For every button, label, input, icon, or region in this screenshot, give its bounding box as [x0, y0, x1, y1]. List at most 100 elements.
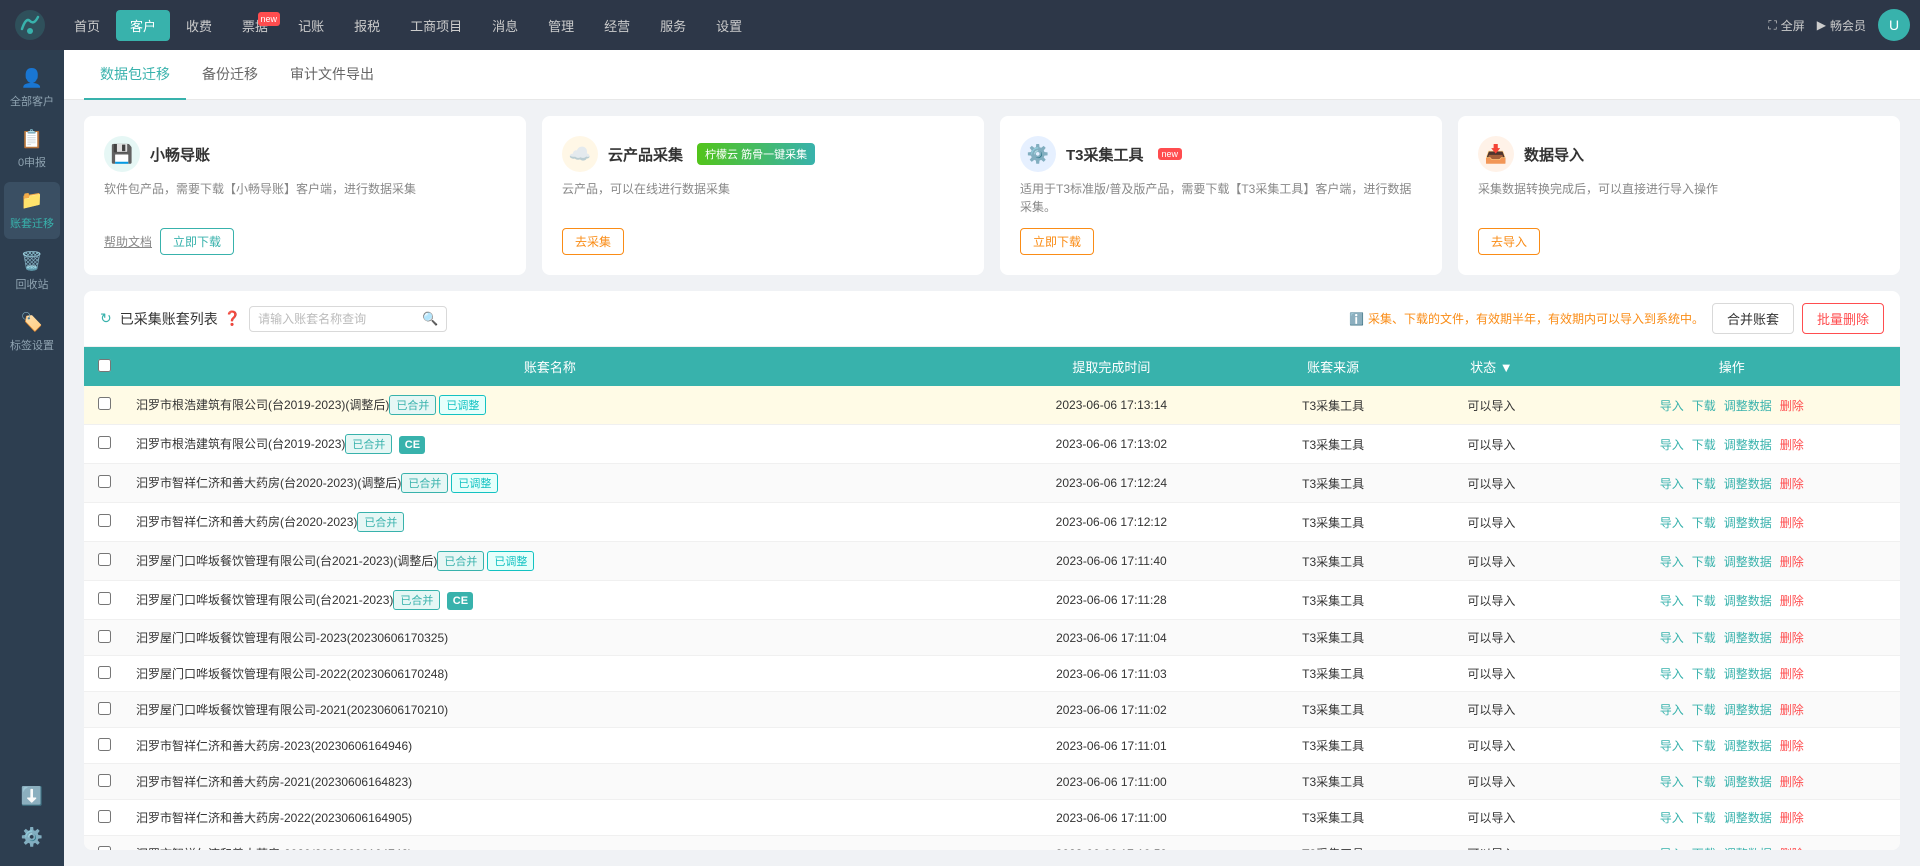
action-下载[interactable]: 下载 — [1692, 629, 1716, 646]
nav-item-settings[interactable]: 设置 — [702, 10, 756, 41]
action-下载[interactable]: 下载 — [1692, 773, 1716, 790]
row-checkbox[interactable] — [98, 592, 111, 605]
action-调整数据[interactable]: 调整数据 — [1724, 701, 1772, 718]
search-input[interactable] — [258, 312, 418, 326]
action-导入[interactable]: 导入 — [1660, 514, 1684, 531]
search-icon[interactable]: 🔍 — [422, 311, 438, 327]
action-下载[interactable]: 下载 — [1692, 553, 1716, 570]
row-checkbox[interactable] — [98, 397, 111, 410]
tab-backup-migration[interactable]: 备份迁移 — [186, 50, 274, 100]
action-删除[interactable]: 删除 — [1780, 665, 1804, 682]
tab-audit-export[interactable]: 审计文件导出 — [274, 50, 390, 100]
fullscreen-button[interactable]: ⛶ 全屏 — [1768, 17, 1804, 34]
help-doc-link[interactable]: 帮助文档 — [104, 233, 152, 250]
action-下载[interactable]: 下载 — [1692, 514, 1716, 531]
sidebar-item-account-migration[interactable]: 📁 账套迁移 — [4, 182, 60, 239]
action-删除[interactable]: 删除 — [1780, 809, 1804, 826]
action-导入[interactable]: 导入 — [1660, 436, 1684, 453]
go-collect-button[interactable]: 去采集 — [562, 228, 624, 255]
row-checkbox[interactable] — [98, 702, 111, 715]
action-删除[interactable]: 删除 — [1780, 514, 1804, 531]
tab-data-migration[interactable]: 数据包迁移 — [84, 50, 186, 100]
action-导入[interactable]: 导入 — [1660, 773, 1684, 790]
sidebar-item-download[interactable]: ⬇️ — [4, 778, 60, 815]
action-下载[interactable]: 下载 — [1692, 809, 1716, 826]
action-调整数据[interactable]: 调整数据 — [1724, 436, 1772, 453]
action-下载[interactable]: 下载 — [1692, 701, 1716, 718]
action-下载[interactable]: 下载 — [1692, 592, 1716, 609]
row-checkbox[interactable] — [98, 810, 111, 823]
row-checkbox[interactable] — [98, 475, 111, 488]
action-删除[interactable]: 删除 — [1780, 592, 1804, 609]
member-button[interactable]: ▶ 畅会员 — [1817, 17, 1866, 34]
action-导入[interactable]: 导入 — [1660, 397, 1684, 414]
action-删除[interactable]: 删除 — [1780, 436, 1804, 453]
action-调整数据[interactable]: 调整数据 — [1724, 397, 1772, 414]
nav-item-customer[interactable]: 客户 — [116, 10, 170, 41]
download-now-button-1[interactable]: 立即下载 — [160, 228, 234, 255]
nav-item-business[interactable]: 工商项目 — [396, 10, 476, 41]
nav-item-invoice[interactable]: 票据 new — [228, 10, 282, 41]
action-调整数据[interactable]: 调整数据 — [1724, 809, 1772, 826]
row-checkbox[interactable] — [98, 774, 111, 787]
action-导入[interactable]: 导入 — [1660, 629, 1684, 646]
nav-item-bookkeeping[interactable]: 记账 — [284, 10, 338, 41]
action-删除[interactable]: 删除 — [1780, 701, 1804, 718]
action-删除[interactable]: 删除 — [1780, 773, 1804, 790]
col-status[interactable]: 状态 ▼ — [1419, 347, 1563, 386]
go-import-button[interactable]: 去导入 — [1478, 228, 1540, 255]
row-checkbox[interactable] — [98, 553, 111, 566]
help-icon[interactable]: ❓ — [224, 310, 241, 327]
action-调整数据[interactable]: 调整数据 — [1724, 592, 1772, 609]
action-调整数据[interactable]: 调整数据 — [1724, 629, 1772, 646]
row-checkbox[interactable] — [98, 514, 111, 527]
action-删除[interactable]: 删除 — [1780, 475, 1804, 492]
action-删除[interactable]: 删除 — [1780, 629, 1804, 646]
action-下载[interactable]: 下载 — [1692, 845, 1716, 850]
row-checkbox[interactable] — [98, 630, 111, 643]
action-导入[interactable]: 导入 — [1660, 809, 1684, 826]
merge-account-button[interactable]: 合并账套 — [1712, 303, 1794, 334]
row-checkbox[interactable] — [98, 666, 111, 679]
sidebar-item-recycle[interactable]: 🗑️ 回收站 — [4, 243, 60, 300]
action-下载[interactable]: 下载 — [1692, 436, 1716, 453]
action-下载[interactable]: 下载 — [1692, 737, 1716, 754]
nav-item-fee[interactable]: 收费 — [172, 10, 226, 41]
action-下载[interactable]: 下载 — [1692, 397, 1716, 414]
sidebar-item-zero-declare[interactable]: 📋 0申报 — [4, 121, 60, 178]
action-删除[interactable]: 删除 — [1780, 845, 1804, 850]
download-now-button-3[interactable]: 立即下载 — [1020, 228, 1094, 255]
select-all-checkbox[interactable] — [98, 359, 111, 372]
action-导入[interactable]: 导入 — [1660, 475, 1684, 492]
nav-item-operation[interactable]: 经营 — [590, 10, 644, 41]
row-checkbox[interactable] — [98, 738, 111, 751]
sidebar-item-all-customers[interactable]: 👤 全部客户 — [4, 60, 60, 117]
action-导入[interactable]: 导入 — [1660, 553, 1684, 570]
action-调整数据[interactable]: 调整数据 — [1724, 773, 1772, 790]
nav-item-message[interactable]: 消息 — [478, 10, 532, 41]
row-checkbox[interactable] — [98, 846, 111, 851]
action-导入[interactable]: 导入 — [1660, 592, 1684, 609]
nav-item-management[interactable]: 管理 — [534, 10, 588, 41]
action-调整数据[interactable]: 调整数据 — [1724, 845, 1772, 850]
sidebar-item-bottom-settings[interactable]: ⚙️ — [4, 819, 60, 856]
action-调整数据[interactable]: 调整数据 — [1724, 514, 1772, 531]
nav-item-home[interactable]: 首页 — [60, 10, 114, 41]
nav-item-service[interactable]: 服务 — [646, 10, 700, 41]
nav-item-tax[interactable]: 报税 — [340, 10, 394, 41]
action-删除[interactable]: 删除 — [1780, 737, 1804, 754]
refresh-icon[interactable]: ↻ — [100, 310, 112, 327]
action-下载[interactable]: 下载 — [1692, 475, 1716, 492]
action-删除[interactable]: 删除 — [1780, 397, 1804, 414]
row-checkbox[interactable] — [98, 436, 111, 449]
action-调整数据[interactable]: 调整数据 — [1724, 737, 1772, 754]
action-调整数据[interactable]: 调整数据 — [1724, 665, 1772, 682]
action-调整数据[interactable]: 调整数据 — [1724, 553, 1772, 570]
action-导入[interactable]: 导入 — [1660, 665, 1684, 682]
action-调整数据[interactable]: 调整数据 — [1724, 475, 1772, 492]
sidebar-item-tag-settings[interactable]: 🏷️ 标签设置 — [4, 304, 60, 361]
action-导入[interactable]: 导入 — [1660, 737, 1684, 754]
action-导入[interactable]: 导入 — [1660, 845, 1684, 850]
user-avatar[interactable]: U — [1878, 9, 1910, 41]
action-下载[interactable]: 下载 — [1692, 665, 1716, 682]
